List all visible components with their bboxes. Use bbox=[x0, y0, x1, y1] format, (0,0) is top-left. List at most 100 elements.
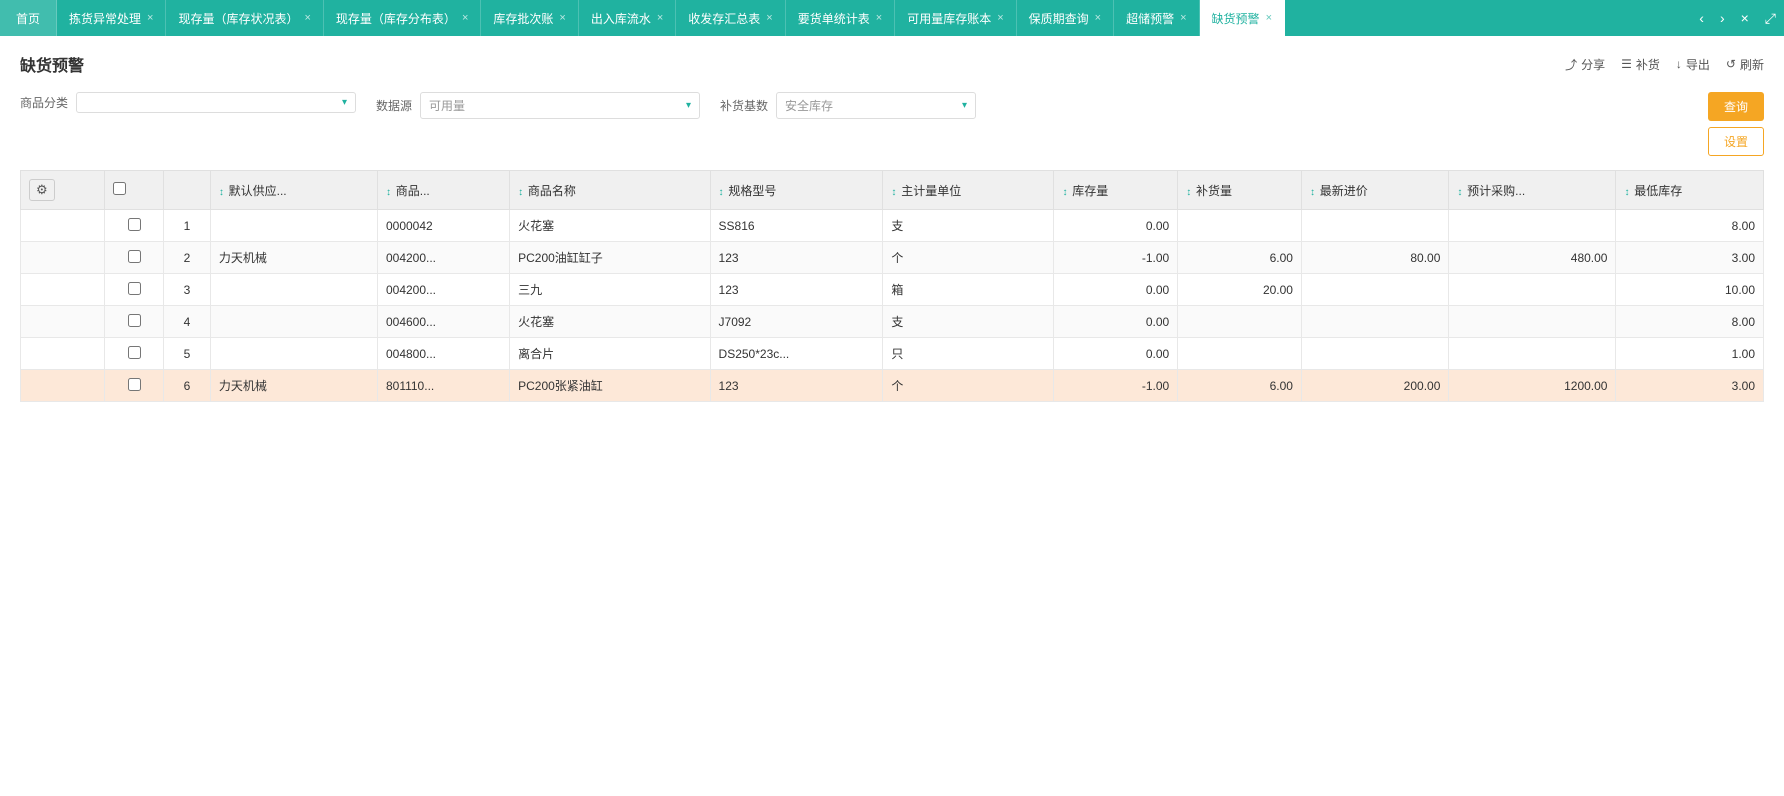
col-header-default_supplier[interactable]: ↕ 默认供应... bbox=[210, 171, 377, 210]
tab-close-button[interactable]: × bbox=[1733, 0, 1757, 36]
cell-min_stock: 8.00 bbox=[1616, 306, 1764, 338]
row-checkbox[interactable] bbox=[128, 218, 141, 231]
cell-row_num: 3 bbox=[164, 274, 211, 306]
row-checkbox[interactable] bbox=[128, 346, 141, 359]
tab-demand-stats[interactable]: 要货单统计表× bbox=[786, 0, 895, 36]
tab-batch-account[interactable]: 库存批次账× bbox=[481, 0, 578, 36]
cell-est_purchase: 480.00 bbox=[1449, 242, 1616, 274]
replenish-icon: ☰ bbox=[1621, 57, 1632, 71]
cell-replenish_qty: 20.00 bbox=[1178, 274, 1302, 306]
cell-spec: 123 bbox=[710, 274, 883, 306]
gear-settings-button[interactable]: ⚙ bbox=[29, 179, 55, 201]
tab-overstock-warn[interactable]: 超储预警× bbox=[1114, 0, 1199, 36]
select-all-checkbox[interactable] bbox=[113, 182, 126, 195]
query-button[interactable]: 查询 bbox=[1708, 92, 1764, 121]
col-label-default_supplier: 默认供应... bbox=[229, 184, 287, 198]
cell-default_supplier: 力天机械 bbox=[210, 242, 377, 274]
cell-checkbox bbox=[105, 242, 164, 274]
tab-avail-ledger[interactable]: 可用量库存账本× bbox=[895, 0, 1016, 36]
tab-nav-buttons: ‹ › × ⤢ bbox=[1691, 0, 1784, 36]
tab-next-button[interactable]: › bbox=[1712, 0, 1733, 36]
table-row: 2力天机械004200...PC200油缸缸子123个-1.006.0080.0… bbox=[21, 242, 1764, 274]
tab-close-demand-stats[interactable]: × bbox=[876, 12, 882, 24]
cell-est_purchase bbox=[1449, 274, 1616, 306]
tab-expiry-query[interactable]: 保质期查询× bbox=[1017, 0, 1114, 36]
replenish-base-value: 安全库存 bbox=[785, 97, 833, 114]
tab-shortage-warn[interactable]: 缺货预警× bbox=[1200, 0, 1285, 36]
col-header-min_stock[interactable]: ↕ 最低库存 bbox=[1616, 171, 1764, 210]
sort-icon-default_supplier: ↕ bbox=[219, 187, 227, 198]
row-checkbox[interactable] bbox=[128, 314, 141, 327]
sort-icon-spec: ↕ bbox=[719, 187, 727, 198]
share-button[interactable]: ⤴ 分享 bbox=[1565, 56, 1605, 73]
tab-close-avail-ledger[interactable]: × bbox=[997, 12, 1003, 24]
cell-spec: J7092 bbox=[710, 306, 883, 338]
col-header-replenish_qty[interactable]: ↕ 补货量 bbox=[1178, 171, 1302, 210]
cell-est_purchase bbox=[1449, 306, 1616, 338]
replenish-base-label: 补货基数 bbox=[720, 97, 768, 114]
tab-close-recv-summary[interactable]: × bbox=[766, 12, 772, 24]
tab-close-inout-flow[interactable]: × bbox=[657, 12, 663, 24]
replenish-base-select[interactable]: 安全库存 ▾ bbox=[776, 92, 976, 119]
cell-unit: 支 bbox=[883, 306, 1054, 338]
cell-product_name: 火花塞 bbox=[510, 306, 710, 338]
settings-button[interactable]: 设置 bbox=[1708, 127, 1764, 156]
row-checkbox[interactable] bbox=[128, 378, 141, 391]
col-label-replenish_qty: 补货量 bbox=[1196, 184, 1232, 198]
tab-recv-summary[interactable]: 收发存汇总表× bbox=[676, 0, 785, 36]
main-content: 缺货预警 ⤴ 分享 ☰ 补货 ↓ 导出 ↺ 刷新 商品分类 bbox=[0, 36, 1784, 796]
cell-product_name: 火花塞 bbox=[510, 210, 710, 242]
cell-gear bbox=[21, 210, 105, 242]
cell-replenish_qty: 6.00 bbox=[1178, 242, 1302, 274]
replenish-button[interactable]: ☰ 补货 bbox=[1621, 56, 1660, 73]
tab-home[interactable]: 首页 bbox=[0, 0, 57, 36]
tab-inventory-dist[interactable]: 现存量（库存分布表）× bbox=[324, 0, 481, 36]
cell-replenish_qty bbox=[1178, 306, 1302, 338]
col-header-checkbox bbox=[105, 171, 164, 210]
col-header-product_code[interactable]: ↕ 商品... bbox=[377, 171, 509, 210]
cell-product_code: 004800... bbox=[377, 338, 509, 370]
category-chevron-icon: ▾ bbox=[342, 97, 347, 108]
export-button[interactable]: ↓ 导出 bbox=[1676, 56, 1710, 73]
cell-replenish_qty: 6.00 bbox=[1178, 370, 1302, 402]
col-header-unit[interactable]: ↕ 主计量单位 bbox=[883, 171, 1054, 210]
cell-gear bbox=[21, 242, 105, 274]
tab-bar: 首页拣货异常处理×现存量（库存状况表）×现存量（库存分布表）×库存批次账×出入库… bbox=[0, 0, 1784, 36]
row-checkbox[interactable] bbox=[128, 250, 141, 263]
col-header-product_name[interactable]: ↕ 商品名称 bbox=[510, 171, 710, 210]
col-header-spec[interactable]: ↕ 规格型号 bbox=[710, 171, 883, 210]
tab-defect-process[interactable]: 拣货异常处理× bbox=[57, 0, 166, 36]
cell-stock: 0.00 bbox=[1054, 274, 1178, 306]
refresh-icon: ↺ bbox=[1726, 57, 1736, 71]
cell-product_code: 004200... bbox=[377, 242, 509, 274]
tab-close-overstock-warn[interactable]: × bbox=[1180, 12, 1186, 24]
cell-latest_price bbox=[1301, 338, 1448, 370]
cell-gear bbox=[21, 306, 105, 338]
tab-inout-flow[interactable]: 出入库流水× bbox=[579, 0, 676, 36]
sort-icon-stock: ↕ bbox=[1062, 187, 1070, 198]
tab-close-defect-process[interactable]: × bbox=[147, 12, 153, 24]
tab-close-shortage-warn[interactable]: × bbox=[1266, 12, 1272, 24]
datasource-select[interactable]: 可用量 ▾ bbox=[420, 92, 700, 119]
cell-checkbox bbox=[105, 338, 164, 370]
col-header-stock[interactable]: ↕ 库存量 bbox=[1054, 171, 1178, 210]
cell-product_name: PC200张紧油缸 bbox=[510, 370, 710, 402]
col-label-unit: 主计量单位 bbox=[901, 184, 961, 198]
col-header-est_purchase[interactable]: ↕ 预计采购... bbox=[1449, 171, 1616, 210]
cell-product_code: 0000042 bbox=[377, 210, 509, 242]
tab-close-batch-account[interactable]: × bbox=[559, 12, 565, 24]
tab-inventory-status[interactable]: 现存量（库存状况表）× bbox=[166, 0, 323, 36]
refresh-button[interactable]: ↺ 刷新 bbox=[1726, 56, 1764, 73]
cell-row_num: 6 bbox=[164, 370, 211, 402]
tab-fullscreen-button[interactable]: ⤢ bbox=[1757, 0, 1784, 36]
sort-icon-unit: ↕ bbox=[891, 187, 899, 198]
col-header-latest_price[interactable]: ↕ 最新进价 bbox=[1301, 171, 1448, 210]
tab-close-inventory-dist[interactable]: × bbox=[462, 12, 468, 24]
export-icon: ↓ bbox=[1676, 57, 1682, 71]
row-checkbox[interactable] bbox=[128, 282, 141, 295]
category-select[interactable]: ▾ bbox=[76, 92, 356, 113]
tab-close-expiry-query[interactable]: × bbox=[1095, 12, 1101, 24]
tab-prev-button[interactable]: ‹ bbox=[1691, 0, 1712, 36]
cell-latest_price: 200.00 bbox=[1301, 370, 1448, 402]
tab-close-inventory-status[interactable]: × bbox=[304, 12, 310, 24]
